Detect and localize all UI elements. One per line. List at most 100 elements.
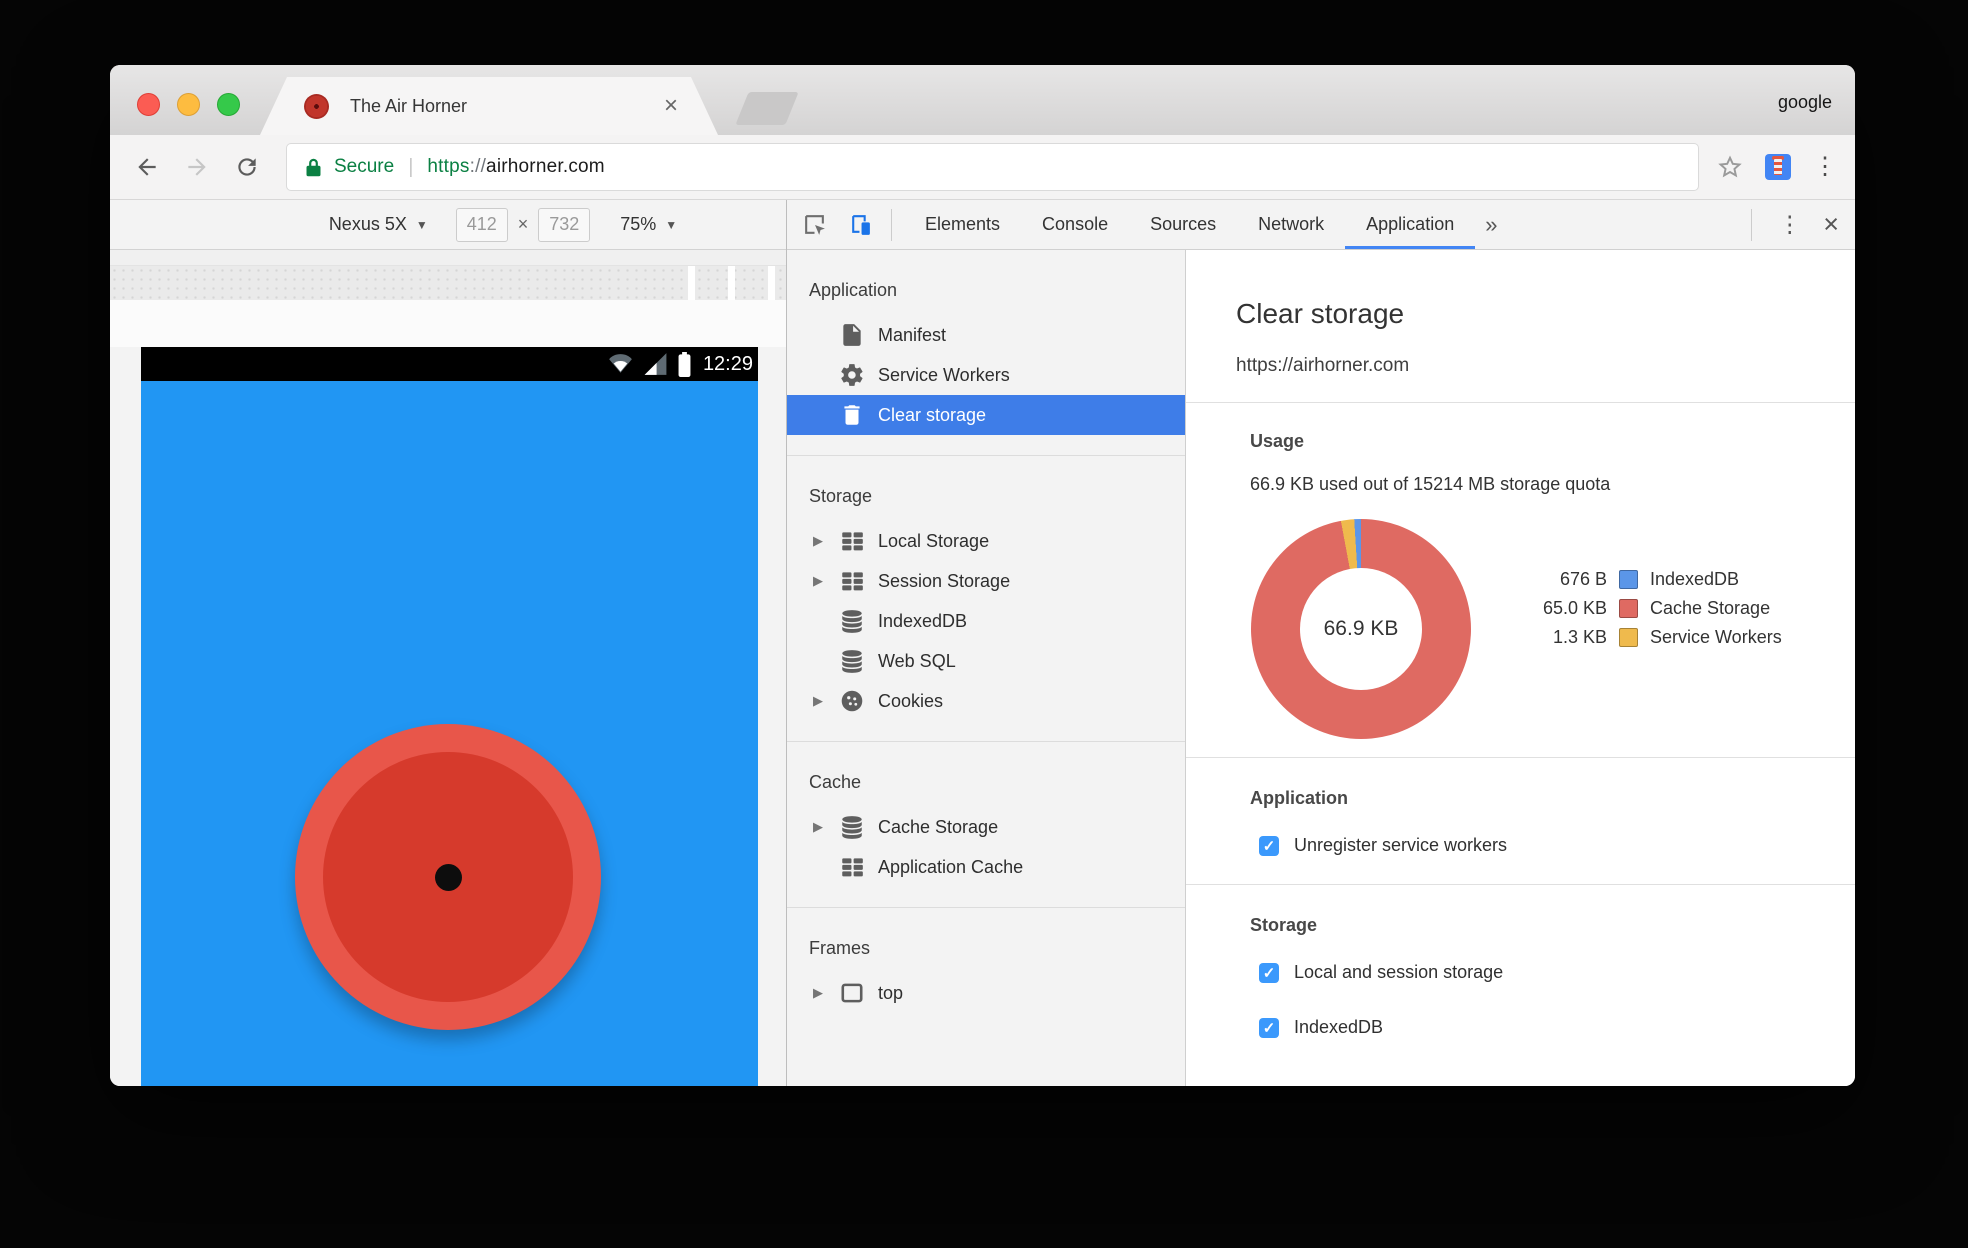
sidebar-item-clear-storage[interactable]: Clear storage bbox=[787, 395, 1185, 435]
local-session-storage-checkbox[interactable] bbox=[1259, 962, 1279, 983]
url-protocol: https bbox=[427, 156, 470, 177]
divider bbox=[1186, 884, 1855, 885]
more-tabs-chevron-icon[interactable]: » bbox=[1485, 212, 1497, 238]
wifi-icon bbox=[609, 354, 632, 373]
device-toolbar: Nexus 5X ▼ 412 × 732 75% ▼ bbox=[110, 200, 786, 250]
url-slashes: :// bbox=[469, 156, 487, 177]
devtools-panel: Elements Console Sources Network Applica… bbox=[786, 200, 1855, 1086]
tab-console[interactable]: Console bbox=[1021, 200, 1129, 249]
sidebar-item-top-frame[interactable]: ▶ top bbox=[787, 973, 1185, 1013]
expand-triangle-icon[interactable]: ▶ bbox=[813, 693, 839, 709]
sidebar-item-session-storage[interactable]: ▶ Session Storage bbox=[787, 561, 1185, 601]
back-arrow-icon bbox=[138, 158, 156, 176]
air-horn-inner-circle bbox=[323, 752, 573, 1002]
secure-lock-icon[interactable] bbox=[303, 157, 324, 178]
browser-menu-kebab-icon[interactable]: ⋮ bbox=[1813, 155, 1837, 179]
media-query-ruler[interactable] bbox=[110, 266, 786, 300]
clear-storage-panel: Clear storage https://airhorner.com Usag… bbox=[1186, 250, 1855, 1086]
tab-application[interactable]: Application bbox=[1345, 200, 1476, 249]
page-title: Clear storage bbox=[1236, 298, 1405, 329]
legend-swatch-indexeddb bbox=[1619, 570, 1638, 589]
cell-signal-icon bbox=[644, 353, 667, 375]
device-width-input[interactable]: 412 bbox=[455, 207, 508, 242]
sidebar-section-frames: Frames ▶ top bbox=[787, 908, 1185, 1033]
tab-sources[interactable]: Sources bbox=[1129, 200, 1237, 249]
devtools-close-icon[interactable]: × bbox=[1815, 211, 1855, 238]
traffic-lights bbox=[137, 93, 240, 116]
tab-network[interactable]: Network bbox=[1237, 200, 1345, 249]
indexeddb-checkbox[interactable] bbox=[1259, 1017, 1279, 1038]
sidebar-item-local-storage[interactable]: ▶ Local Storage bbox=[787, 521, 1185, 561]
zoom-select[interactable]: 75% ▼ bbox=[620, 214, 677, 235]
browser-toolbar: Secure | https://airhorner.com ⋮ bbox=[110, 135, 1855, 200]
trash-icon bbox=[839, 402, 865, 428]
air-horn-button[interactable] bbox=[295, 724, 601, 1030]
database-icon bbox=[839, 648, 865, 674]
expand-triangle-icon[interactable]: ▶ bbox=[813, 819, 839, 835]
android-status-bar: 12:29 bbox=[141, 347, 758, 381]
sidebar-item-application-cache[interactable]: Application Cache bbox=[787, 847, 1185, 887]
reload-button[interactable] bbox=[226, 146, 268, 188]
expand-triangle-icon[interactable]: ▶ bbox=[813, 573, 839, 589]
sidebar-section-title: Storage bbox=[809, 486, 873, 506]
usage-chart-row: 66.9 KB 676 B IndexedDB 65.0 KB Cache St… bbox=[1251, 519, 1855, 739]
content-area: Nexus 5X ▼ 412 × 732 75% ▼ 12:29 Element… bbox=[110, 200, 1855, 1086]
tab-close-icon[interactable]: × bbox=[664, 94, 678, 118]
expand-triangle-icon[interactable]: ▶ bbox=[813, 533, 839, 549]
address-bar[interactable]: Secure | https://airhorner.com bbox=[286, 143, 1699, 191]
database-icon bbox=[839, 814, 865, 840]
sidebar-item-cookies[interactable]: ▶ Cookies bbox=[787, 681, 1185, 721]
secure-label[interactable]: Secure bbox=[334, 156, 394, 178]
url-text[interactable]: https://airhorner.com bbox=[427, 156, 604, 178]
bookmark-star-icon[interactable] bbox=[1717, 154, 1743, 180]
url-separator: | bbox=[408, 155, 414, 178]
devtools-tabs: Elements Console Sources Network Applica… bbox=[904, 200, 1476, 249]
storage-usage-donut-chart: 66.9 KB bbox=[1251, 519, 1471, 739]
devtools-body: Application Manifest Service Workers Cle… bbox=[787, 250, 1855, 1086]
airhorner-page bbox=[141, 381, 758, 1086]
sidebar-section-title: Cache bbox=[809, 772, 862, 792]
legend-item-cache-storage: 65.0 KB Cache Storage bbox=[1542, 598, 1771, 618]
new-tab-button[interactable] bbox=[735, 92, 799, 125]
url-host: airhorner.com bbox=[486, 156, 605, 177]
device-toolbar-icon bbox=[851, 215, 870, 235]
expand-triangle-icon[interactable]: ▶ bbox=[813, 985, 839, 1001]
devtools-toolbar-right: ⋮ × bbox=[1739, 208, 1855, 241]
zoom-select-label: 75% bbox=[620, 214, 657, 234]
zoom-window-button[interactable] bbox=[217, 93, 240, 116]
status-bar-clock: 12:29 bbox=[702, 352, 753, 375]
emulated-viewport-area: 12:29 bbox=[110, 347, 786, 1086]
sidebar-item-manifest[interactable]: Manifest bbox=[787, 315, 1185, 355]
device-select[interactable]: Nexus 5X ▼ bbox=[329, 214, 428, 235]
toolbar-right-icons: ⋮ bbox=[1717, 154, 1837, 180]
table-icon bbox=[839, 854, 865, 880]
lighthouse-extension-icon[interactable] bbox=[1765, 154, 1791, 180]
minimize-window-button[interactable] bbox=[177, 93, 200, 116]
origin-url: https://airhorner.com bbox=[1236, 355, 1410, 376]
toggle-device-toolbar-button[interactable] bbox=[841, 206, 879, 244]
device-height-input[interactable]: 732 bbox=[538, 207, 591, 242]
sidebar-item-web-sql[interactable]: Web SQL bbox=[787, 641, 1185, 681]
storage-section-heading: Storage bbox=[1250, 915, 1318, 935]
unregister-service-workers-checkbox[interactable] bbox=[1259, 835, 1279, 856]
browser-tab[interactable]: The Air Horner × bbox=[260, 77, 718, 135]
dimension-times-label: × bbox=[517, 214, 529, 234]
tab-strip: The Air Horner × google bbox=[110, 65, 1855, 135]
sidebar-item-service-workers[interactable]: Service Workers bbox=[787, 355, 1185, 395]
legend-item-indexeddb: 676 B IndexedDB bbox=[1559, 569, 1740, 589]
tab-title: The Air Horner bbox=[350, 95, 468, 116]
inspect-element-button[interactable] bbox=[795, 206, 833, 244]
sidebar-item-indexeddb[interactable]: IndexedDB bbox=[787, 601, 1185, 641]
devtools-menu-kebab-icon[interactable]: ⋮ bbox=[1764, 211, 1815, 238]
usage-heading: Usage bbox=[1250, 431, 1305, 451]
close-window-button[interactable] bbox=[137, 93, 160, 116]
forward-button[interactable] bbox=[176, 146, 218, 188]
back-button[interactable] bbox=[126, 146, 168, 188]
legend-swatch-service-workers bbox=[1619, 628, 1638, 647]
device-select-label: Nexus 5X bbox=[328, 214, 407, 234]
document-icon bbox=[839, 322, 865, 348]
device-margin-strip bbox=[110, 300, 786, 347]
sidebar-item-cache-storage[interactable]: ▶ Cache Storage bbox=[787, 807, 1185, 847]
device-scroll-strip[interactable] bbox=[110, 250, 786, 266]
tab-elements[interactable]: Elements bbox=[904, 200, 1021, 249]
